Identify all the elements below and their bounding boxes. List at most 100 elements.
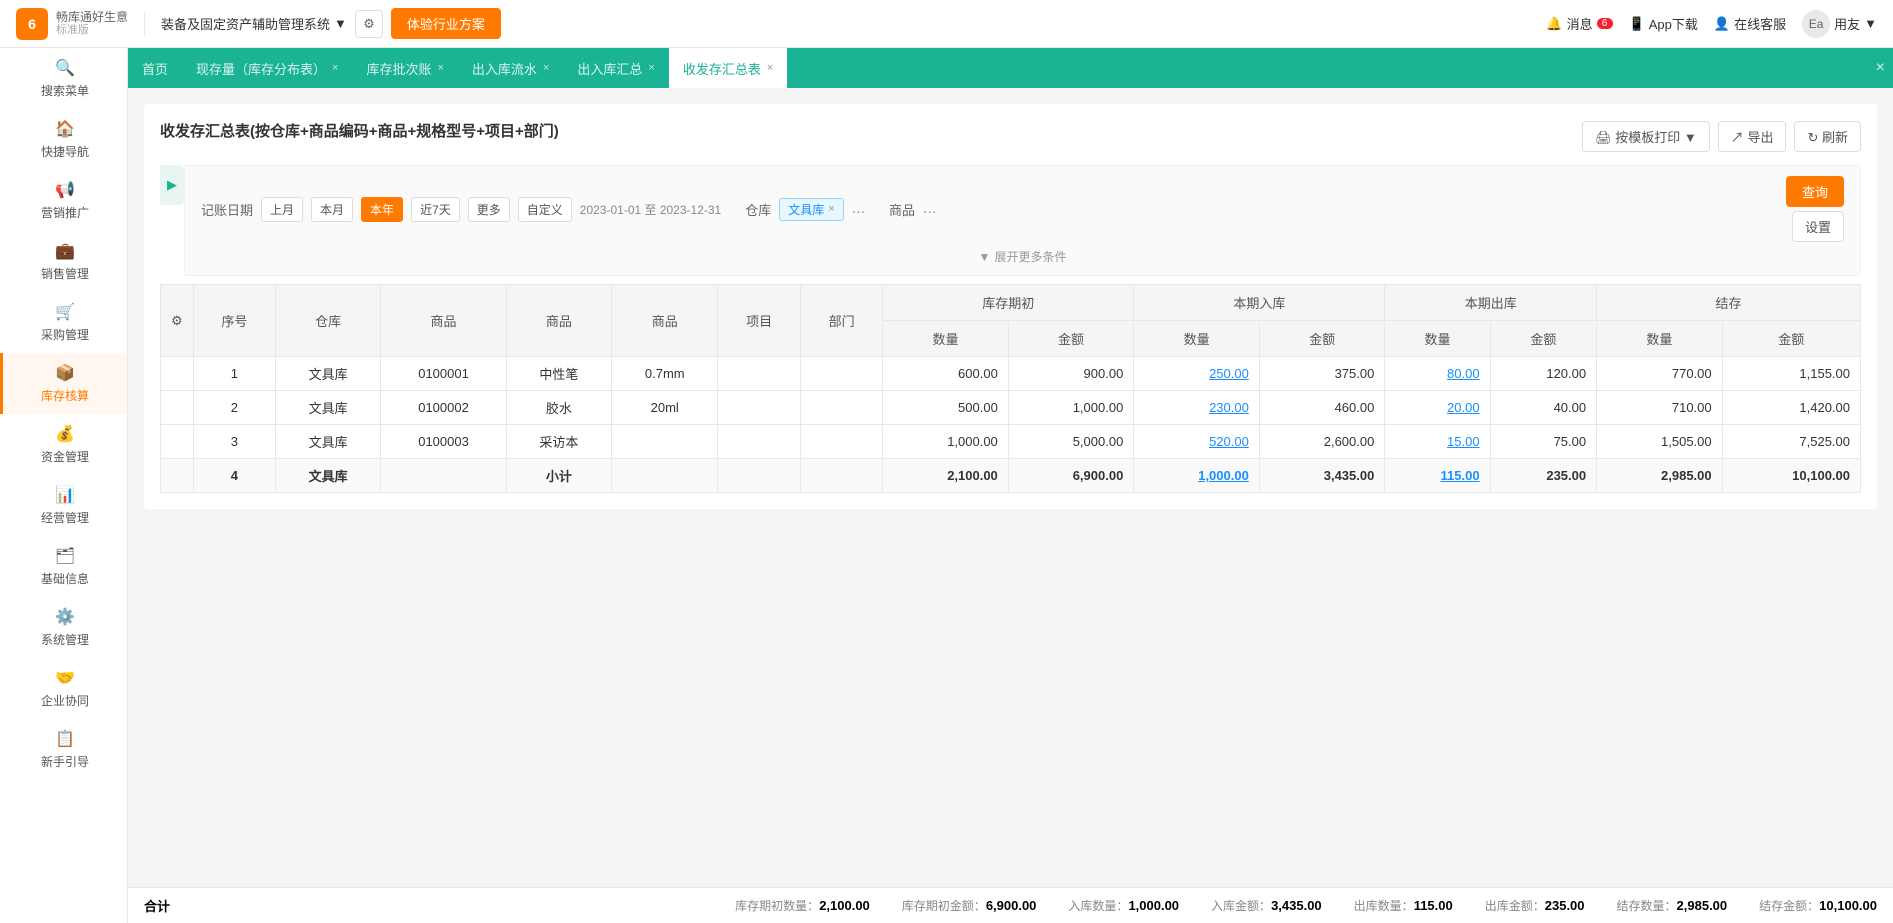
tab-batch-voucher-label: 库存批次账 <box>366 59 431 78</box>
data-table: ⚙ 序号 仓库 商品 商品 商品 项目 部门 库存期初 <box>160 284 1861 493</box>
export-button[interactable]: ↗ 导出 <box>1718 121 1787 152</box>
total-in-amt: 入库金额：3,435.00 <box>1211 897 1322 914</box>
app-download-button[interactable]: 📱 App下载 <box>1629 14 1698 33</box>
cell-out-qty[interactable]: 20.00 <box>1385 391 1490 425</box>
app-title: 畅库通好生意 <box>56 10 128 24</box>
tab-batch-voucher-close[interactable]: × <box>437 62 443 74</box>
sidebar-item-quicknav[interactable]: 🏠 快捷导航 <box>0 109 127 170</box>
refresh-button[interactable]: ↻ 刷新 <box>1794 121 1861 152</box>
cell-init-amt: 6,900.00 <box>1008 459 1134 493</box>
cell-init-qty: 500.00 <box>883 391 1009 425</box>
filter-section: ▶ 记账日期 上月 本月 本年 近7天 更多 自定义 20 <box>160 165 1861 276</box>
tab-inout-flow-close[interactable]: × <box>543 62 549 74</box>
finance-icon: 💰 <box>55 424 75 444</box>
system-selector[interactable]: 装备及固定资产辅助管理系统 ▼ <box>161 14 347 33</box>
tab-recv-send-summary-close[interactable]: × <box>767 62 773 74</box>
sidebar-item-marketing[interactable]: 📢 营销推广 <box>0 170 127 231</box>
sidebar-item-search[interactable]: 🔍 搜索菜单 <box>0 48 127 109</box>
tab-batch-voucher[interactable]: 库存批次账 × <box>352 48 457 88</box>
warehouse-tag-text: 文具库 <box>788 201 824 218</box>
date-btn-more[interactable]: 更多 <box>468 197 510 222</box>
tab-inout-flow[interactable]: 出入库流水 × <box>458 48 563 88</box>
sidebar-item-system[interactable]: ⚙️ 系统管理 <box>0 597 127 658</box>
cell-dept <box>800 357 882 391</box>
goods-ellipsis[interactable]: ... <box>923 200 936 218</box>
sidebar-label-finance: 资金管理 <box>41 448 89 465</box>
tab-inventory-dist[interactable]: 现存量（库存分布表） × <box>182 48 352 88</box>
cell-in-amt: 3,435.00 <box>1259 459 1385 493</box>
filter-toggle[interactable]: ▶ <box>160 165 184 205</box>
cell-out-qty[interactable]: 115.00 <box>1385 459 1490 493</box>
print-button[interactable]: 🖨 按模板打印 ▼ <box>1582 121 1710 152</box>
warehouse-tag-close[interactable]: × <box>828 203 834 215</box>
cell-settings <box>161 391 194 425</box>
cell-project <box>718 391 800 425</box>
cell-out-qty[interactable]: 15.00 <box>1385 425 1490 459</box>
cell-bal-amt: 1,420.00 <box>1722 391 1860 425</box>
cell-dept <box>800 425 882 459</box>
th-init-qty: 数量 <box>883 321 1009 357</box>
print-icon: 🖨 <box>1595 130 1612 145</box>
filter-settings-button[interactable]: 设置 <box>1792 211 1844 242</box>
tab-recv-send-summary[interactable]: 收发存汇总表 × <box>669 48 787 88</box>
cell-in-qty[interactable]: 250.00 <box>1134 357 1260 391</box>
settings-button[interactable]: ⚙ <box>355 10 383 38</box>
warehouse-ellipsis[interactable]: ... <box>852 200 865 218</box>
total-label: 合计 <box>144 896 170 915</box>
sidebar-item-purchase[interactable]: 🛒 采购管理 <box>0 292 127 353</box>
marketing-icon: 📢 <box>55 180 75 200</box>
tab-inventory-dist-close[interactable]: × <box>332 62 338 74</box>
sidebar-item-sales[interactable]: 💼 销售管理 <box>0 231 127 292</box>
date-btn-this-month[interactable]: 本月 <box>311 197 353 222</box>
sidebar-item-finance[interactable]: 💰 资金管理 <box>0 414 127 475</box>
notification-badge: 6 <box>1597 18 1613 29</box>
sidebar-label-guide: 新手引导 <box>41 753 89 770</box>
sidebar-item-basic[interactable]: 🗂 基础信息 <box>0 536 127 597</box>
cell-in-qty[interactable]: 520.00 <box>1134 425 1260 459</box>
cell-code: 0100002 <box>381 391 507 425</box>
tab-home-label: 首页 <box>142 59 168 78</box>
sidebar-item-enterprise[interactable]: 🤝 企业协同 <box>0 658 127 719</box>
sidebar-label-enterprise: 企业协同 <box>41 692 89 709</box>
sidebar-label-sales: 销售管理 <box>41 265 89 282</box>
date-btn-custom[interactable]: 自定义 <box>518 197 572 222</box>
cell-code <box>381 459 507 493</box>
cell-out-qty[interactable]: 80.00 <box>1385 357 1490 391</box>
date-btn-last-month[interactable]: 上月 <box>261 197 303 222</box>
cell-no: 1 <box>193 357 275 391</box>
cell-no: 3 <box>193 425 275 459</box>
th-init-amt: 金额 <box>1008 321 1134 357</box>
sidebar-label-basic: 基础信息 <box>41 570 89 587</box>
online-service-button[interactable]: 👤 在线客服 <box>1714 14 1786 33</box>
cell-spec: 20ml <box>612 391 718 425</box>
table-row: 1 文具库 0100001 中性笔 0.7mm 600.00 900.00 <box>161 357 1861 391</box>
cell-in-qty[interactable]: 230.00 <box>1134 391 1260 425</box>
trial-button[interactable]: 体验行业方案 <box>391 8 501 39</box>
bell-icon: 🔔 <box>1546 16 1562 32</box>
th-code: 商品 <box>381 285 507 357</box>
table-subtotal-row: 4 文具库 小计 2,100.00 6,900.00 1,000.0 <box>161 459 1861 493</box>
sidebar-item-guide[interactable]: 📋 新手引导 <box>0 719 127 780</box>
user-menu[interactable]: Ea 用友 ▼ <box>1802 10 1877 38</box>
expand-filter-button[interactable]: ▼ 展开更多条件 <box>979 248 1067 265</box>
tab-inout-summary[interactable]: 出入库汇总 × <box>563 48 668 88</box>
total-bal-qty: 结存数量：2,985.00 <box>1617 897 1728 914</box>
tab-bar-close[interactable]: × <box>1876 59 1893 77</box>
cell-in-amt: 375.00 <box>1259 357 1385 391</box>
tab-home[interactable]: 首页 <box>128 48 182 88</box>
th-settings[interactable]: ⚙ <box>161 285 194 357</box>
cell-settings <box>161 459 194 493</box>
cell-warehouse: 文具库 <box>276 391 381 425</box>
th-out-period: 本期出库 <box>1385 285 1597 321</box>
cell-spec: 0.7mm <box>612 357 718 391</box>
cell-warehouse: 文具库 <box>276 459 381 493</box>
query-button[interactable]: 查询 <box>1786 176 1844 207</box>
date-btn-7days[interactable]: 近7天 <box>411 197 460 222</box>
notification-button[interactable]: 🔔 消息 6 <box>1546 14 1612 33</box>
cell-in-qty[interactable]: 1,000.00 <box>1134 459 1260 493</box>
sidebar-item-operations[interactable]: 📊 经营管理 <box>0 475 127 536</box>
tab-inout-summary-close[interactable]: × <box>648 62 654 74</box>
date-btn-this-year[interactable]: 本年 <box>361 197 403 222</box>
sidebar-item-inventory[interactable]: 📦 库存核算 <box>0 353 127 414</box>
total-init-amt: 库存期初金额：6,900.00 <box>902 897 1037 914</box>
